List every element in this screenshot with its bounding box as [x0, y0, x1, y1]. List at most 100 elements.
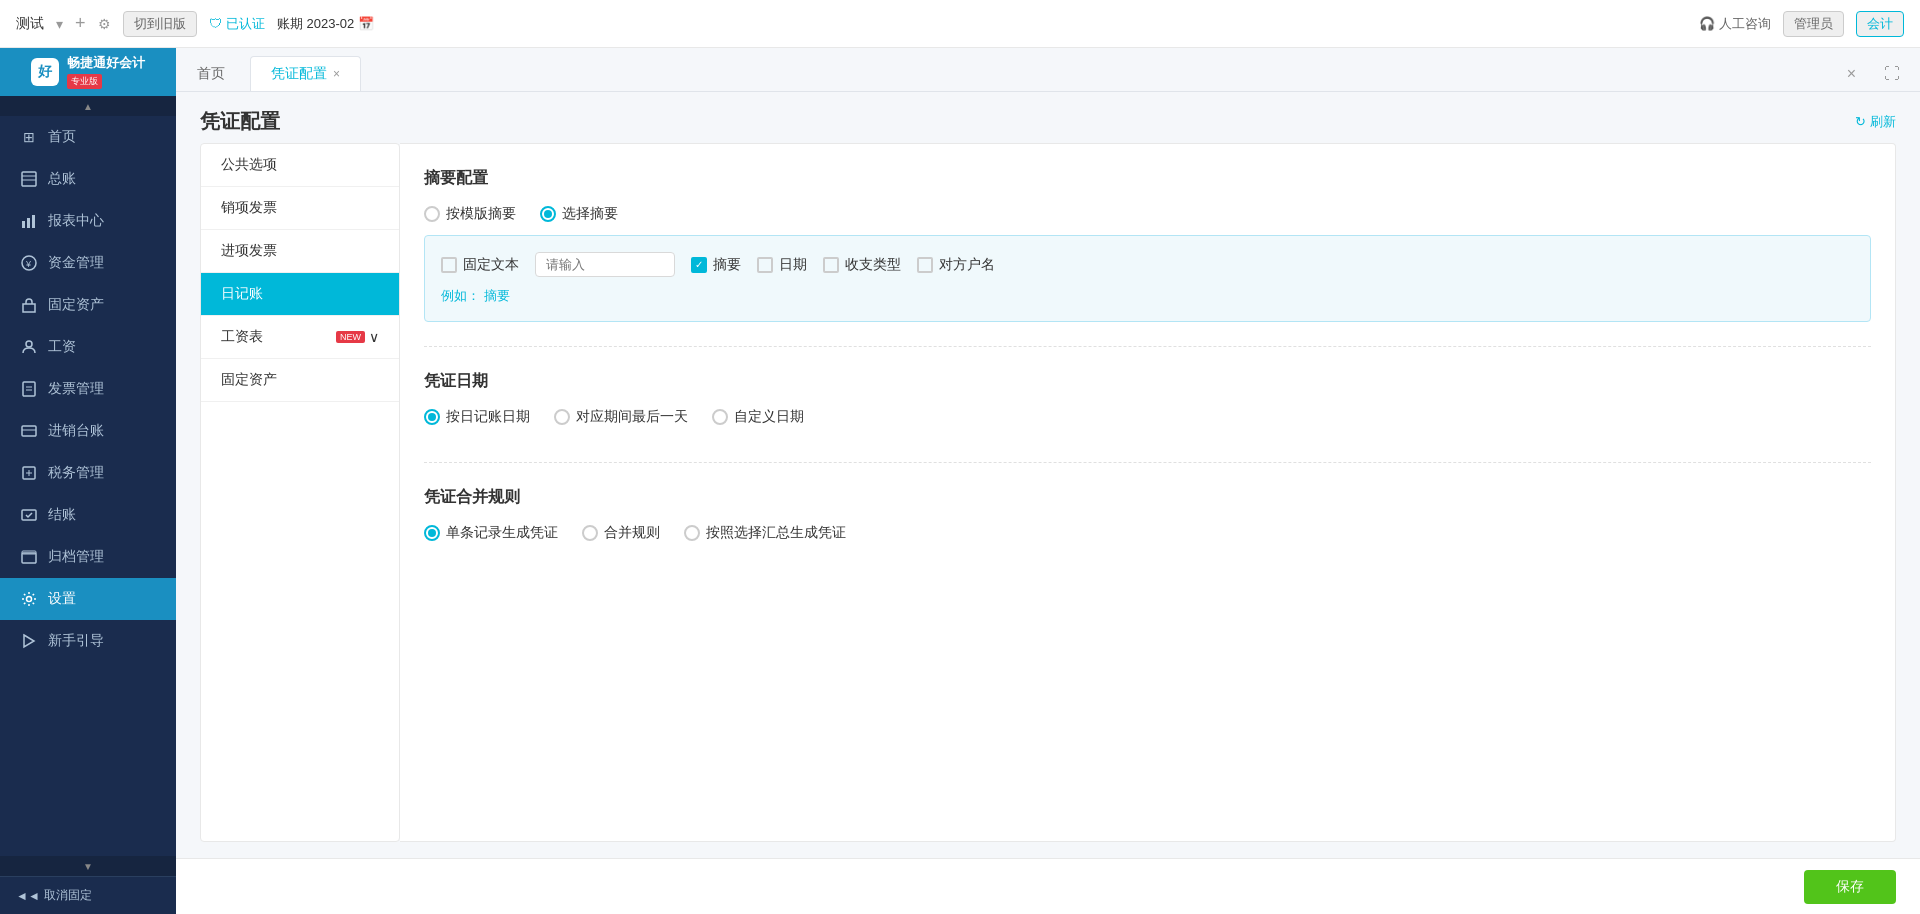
- capital-icon: ¥: [20, 254, 38, 272]
- home-icon: ⊞: [20, 128, 38, 146]
- sidebar-item-salary[interactable]: 工资: [0, 326, 176, 368]
- svg-rect-0: [22, 172, 36, 186]
- sidebar-item-invoice[interactable]: 发票管理: [0, 368, 176, 410]
- tab-home[interactable]: 首页: [176, 56, 246, 91]
- pin-icon: ◄◄: [16, 889, 40, 903]
- svg-text:¥: ¥: [25, 259, 32, 269]
- abstract-checkbox-row: 固定文本 摘要 日期: [441, 252, 1854, 277]
- radio-merge-rules[interactable]: 合并规则: [582, 524, 660, 542]
- top-header: 测试 ▾ + ⚙ 切到旧版 🛡 已认证 账期 2023-02 📅 🎧 人工咨询 …: [0, 0, 1920, 48]
- date-section-title: 凭证日期: [424, 371, 1871, 392]
- counterpart-checkbox-box: [917, 257, 933, 273]
- radio-single-record[interactable]: 单条记录生成凭证: [424, 524, 558, 542]
- tab-voucher-config[interactable]: 凭证配置 ×: [250, 56, 361, 91]
- checkbox-abstract[interactable]: 摘要: [691, 256, 741, 274]
- tab-bar: 首页 凭证配置 × × ⛶: [176, 48, 1920, 92]
- sidebar-item-guide[interactable]: 新手引导: [0, 620, 176, 662]
- calendar-icon[interactable]: 📅: [358, 16, 374, 31]
- abstract-checkbox-box: [691, 257, 707, 273]
- consult-button[interactable]: 🎧 人工咨询: [1699, 15, 1771, 33]
- merge-rules-circle: [582, 525, 598, 541]
- add-button[interactable]: +: [75, 13, 86, 34]
- svg-rect-4: [27, 218, 30, 228]
- scroll-up-button[interactable]: ▲: [0, 96, 176, 116]
- sidebar-item-tax[interactable]: 税务管理: [0, 452, 176, 494]
- example-text: 例如： 摘要: [441, 287, 1854, 305]
- radio-journal-date[interactable]: 按日记账日期: [424, 408, 530, 426]
- sidebar-item-settings[interactable]: 设置: [0, 578, 176, 620]
- archive-icon: [20, 548, 38, 566]
- sidebar-item-home[interactable]: ⊞ 首页: [0, 116, 176, 158]
- sidebar-item-capital[interactable]: ¥ 资金管理: [0, 242, 176, 284]
- custom-date-circle: [712, 409, 728, 425]
- scroll-down-button[interactable]: ▼: [0, 856, 176, 876]
- dropdown-icon[interactable]: ▾: [56, 16, 63, 32]
- tab-expand-button[interactable]: ⛶: [1872, 57, 1912, 91]
- account-period: 账期 2023-02 📅: [277, 15, 375, 33]
- two-col-layout: 公共选项 销项发票 进项发票 日记账 工资表 NEW: [176, 143, 1920, 858]
- tab-close-icon[interactable]: ×: [333, 68, 340, 80]
- date-radio-group: 按日记账日期 对应期间最后一天 自定义日期: [424, 408, 1871, 426]
- guide-icon: [20, 632, 38, 650]
- income-type-checkbox-box: [823, 257, 839, 273]
- refresh-icon: ↻: [1855, 114, 1866, 129]
- svg-rect-5: [32, 215, 35, 228]
- left-nav-purchase-invoice[interactable]: 进项发票: [201, 230, 399, 273]
- accountant-button[interactable]: 会计: [1856, 11, 1904, 37]
- certified-badge: 🛡 已认证: [209, 15, 265, 33]
- left-nav-journal[interactable]: 日记账: [201, 273, 399, 316]
- radio-select-all[interactable]: 按照选择汇总生成凭证: [684, 524, 846, 542]
- svg-rect-10: [23, 382, 35, 396]
- cancel-fixed-button[interactable]: ◄◄ 取消固定: [16, 887, 160, 904]
- trade-icon: [20, 422, 38, 440]
- sidebar-item-trade[interactable]: 进销台账: [0, 410, 176, 452]
- fixed-text-input[interactable]: [535, 252, 675, 277]
- tab-close-button[interactable]: ×: [1835, 57, 1868, 91]
- fixed-text-checkbox: [441, 257, 457, 273]
- sidebar: 好 畅捷通好会计 专业版 ▲ ⊞ 首页 总账: [0, 48, 176, 914]
- sidebar-item-ledger[interactable]: 总账: [0, 158, 176, 200]
- manager-button[interactable]: 管理员: [1783, 11, 1844, 37]
- svg-point-9: [26, 341, 32, 347]
- radio-template-abstract[interactable]: 按模版摘要: [424, 205, 516, 223]
- left-nav-fixed-assets[interactable]: 固定资产: [201, 359, 399, 402]
- settings-nav-icon: [20, 590, 38, 608]
- radio-last-day[interactable]: 对应期间最后一天: [554, 408, 688, 426]
- checkbox-fixed-text[interactable]: 固定文本: [441, 256, 519, 274]
- radio-select-abstract[interactable]: 选择摘要: [540, 205, 618, 223]
- journal-date-circle: [424, 409, 440, 425]
- abstract-config-box: 固定文本 摘要 日期: [424, 235, 1871, 322]
- company-name: 测试: [16, 15, 44, 33]
- checkbox-date[interactable]: 日期: [757, 256, 807, 274]
- radio-custom-date[interactable]: 自定义日期: [712, 408, 804, 426]
- shield-icon: 🛡: [209, 16, 222, 31]
- tab-actions: × ⛶: [1835, 57, 1920, 91]
- refresh-button[interactable]: ↻ 刷新: [1855, 113, 1896, 131]
- left-nav-salary-table[interactable]: 工资表 NEW ∨: [201, 316, 399, 359]
- chart-icon: [20, 212, 38, 230]
- svg-rect-8: [23, 304, 35, 312]
- sidebar-item-report[interactable]: 报表中心: [0, 200, 176, 242]
- sidebar-item-close[interactable]: 结账: [0, 494, 176, 536]
- bottom-bar: 保存: [176, 858, 1920, 914]
- sidebar-bottom: ◄◄ 取消固定: [0, 876, 176, 914]
- left-nav-public[interactable]: 公共选项: [201, 144, 399, 187]
- date-checkbox-box: [757, 257, 773, 273]
- old-version-button[interactable]: 切到旧版: [123, 11, 197, 37]
- save-button[interactable]: 保存: [1804, 870, 1896, 904]
- logo-text: 畅捷通好会计: [67, 55, 145, 72]
- pro-badge: 专业版: [67, 74, 102, 89]
- sidebar-item-archive[interactable]: 归档管理: [0, 536, 176, 578]
- abstract-section-title: 摘要配置: [424, 168, 1871, 189]
- page-content: 凭证配置 ↻ 刷新 公共选项 销项发票 进项发票: [176, 92, 1920, 858]
- settings-icon[interactable]: ⚙: [98, 16, 111, 32]
- sidebar-item-assets[interactable]: 固定资产: [0, 284, 176, 326]
- assets-icon: [20, 296, 38, 314]
- left-nav-sales-invoice[interactable]: 销项发票: [201, 187, 399, 230]
- merge-radio-group: 单条记录生成凭证 合并规则 按照选择汇总生成凭证: [424, 524, 1871, 542]
- checkbox-income-type[interactable]: 收支类型: [823, 256, 901, 274]
- svg-rect-3: [22, 221, 25, 228]
- radio-template-circle: [424, 206, 440, 222]
- checkbox-counterpart[interactable]: 对方户名: [917, 256, 995, 274]
- tax-icon: [20, 464, 38, 482]
